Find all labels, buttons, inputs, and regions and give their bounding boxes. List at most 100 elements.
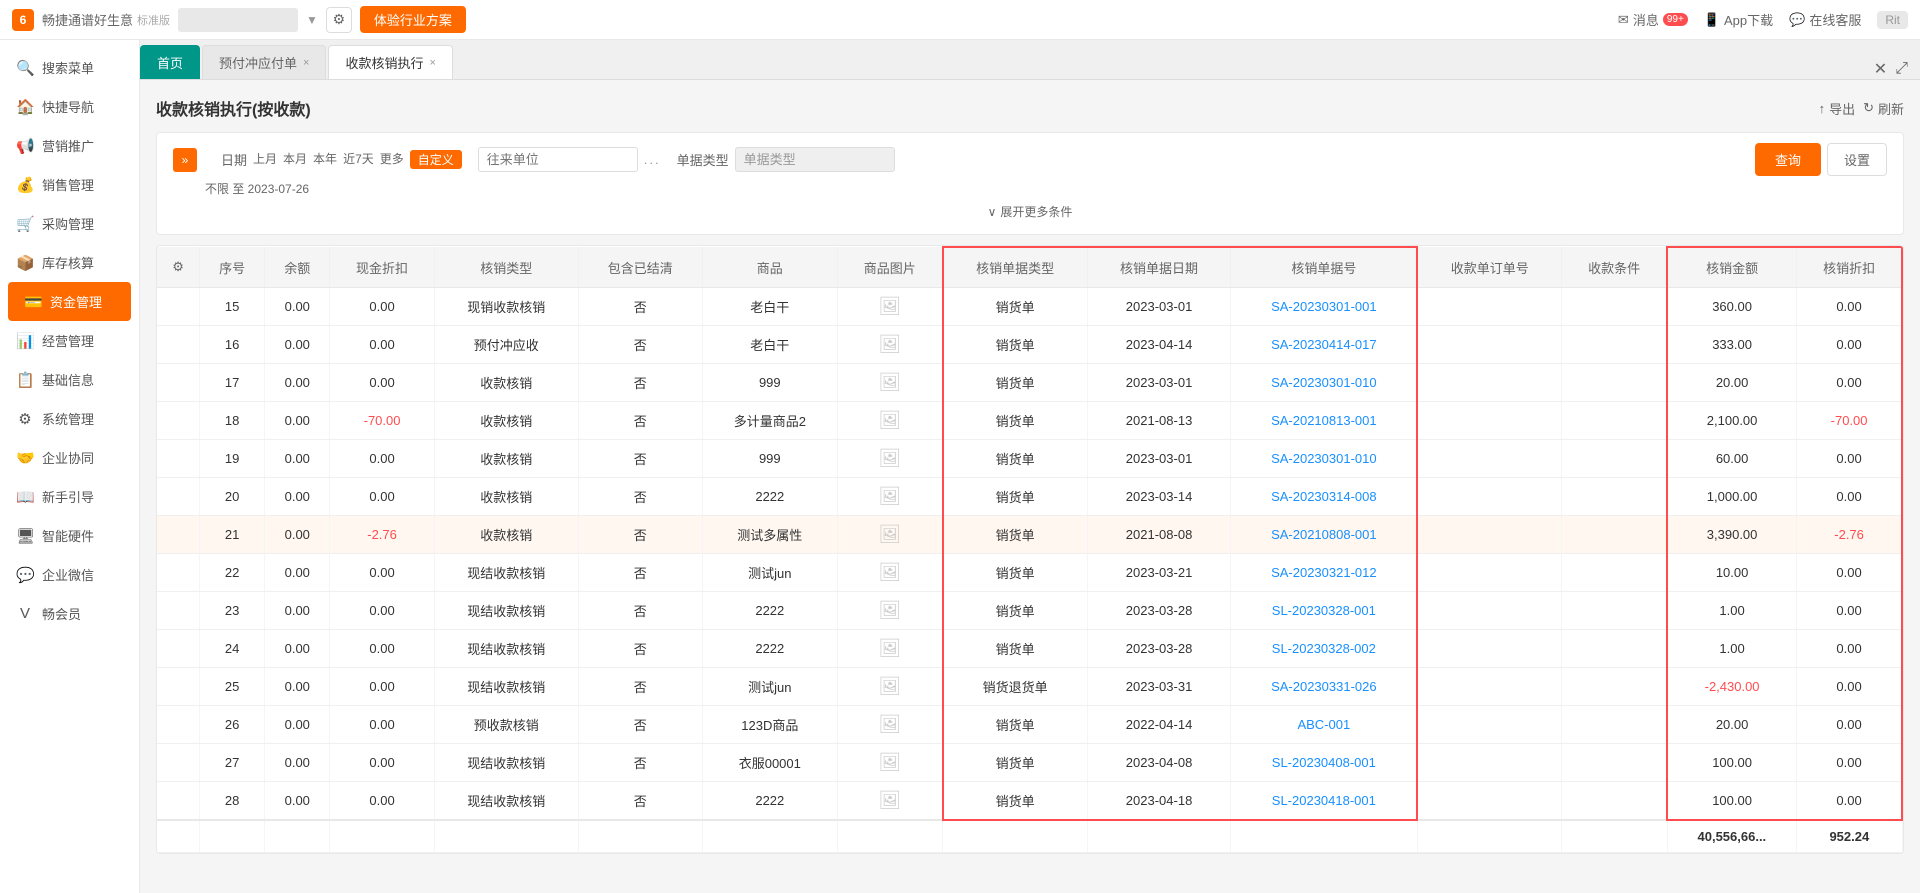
cell-doc_date: 2023-04-18 (1087, 782, 1231, 821)
doc-no-link[interactable]: SA-20210808-001 (1271, 527, 1377, 542)
from-unit-input[interactable] (478, 147, 638, 172)
this-year-link[interactable]: 本年 (313, 150, 337, 169)
cell-cash_discount: 0.00 (330, 592, 434, 630)
cell-receipt_order_no (1417, 440, 1562, 478)
col-header-balance: 余额 (265, 247, 330, 288)
tab-close-prepay[interactable]: × (303, 57, 309, 69)
sidebar-item-wechat[interactable]: 💬企业微信 (0, 555, 139, 594)
app-download-btn[interactable]: 📱 App下载 (1704, 10, 1773, 29)
cell-goods_image: 🖼 (837, 288, 942, 326)
cell-receipt_cond (1562, 744, 1667, 782)
cell-writeoff_amount: 60.00 (1667, 440, 1797, 478)
export-button[interactable]: ↑ 导出 (1819, 99, 1856, 118)
sidebar-item-hardware[interactable]: 🖥智能硬件 (0, 516, 139, 555)
doc-no-link[interactable]: SL-20230328-002 (1272, 641, 1376, 656)
from-unit-dots[interactable]: ... (644, 152, 661, 167)
company-selector[interactable] (178, 8, 298, 32)
tab-prepay[interactable]: 预付冲应付单× (202, 45, 326, 79)
cell-doc_type: 销货单 (943, 592, 1088, 630)
cell-receipt_order_no (1417, 364, 1562, 402)
cell-doc_type: 销货退货单 (943, 668, 1088, 706)
cell-doc_type: 销货单 (943, 288, 1088, 326)
cell-seq: 28 (200, 782, 265, 821)
sidebar-item-sales[interactable]: 💰销售管理 (0, 165, 139, 204)
cell-cash_discount: -2.76 (330, 516, 434, 554)
col-header-writeoff_amount: 核销金额 (1667, 247, 1797, 288)
doc-no-link[interactable]: ABC-001 (1297, 717, 1350, 732)
col-header-goods_image: 商品图片 (837, 247, 942, 288)
cell-cash_discount: 0.00 (330, 630, 434, 668)
topbar: 6 畅捷通谱好生意 标准版 ▼ ⚙ 体验行业方案 ✉ 消息 99+ 📱 App下… (0, 0, 1920, 40)
cell-writeoff_type: 收款核销 (434, 440, 578, 478)
query-button[interactable]: 查询 (1755, 143, 1821, 176)
doc-no-link[interactable]: SA-20230414-017 (1271, 337, 1377, 352)
sidebar-item-guide[interactable]: 📖新手引导 (0, 477, 139, 516)
doc-no-link[interactable]: SA-20230314-008 (1271, 489, 1377, 504)
setting-button[interactable]: 设置 (1827, 143, 1887, 176)
tab-close-writeoff[interactable]: × (429, 57, 435, 69)
doc-no-link[interactable]: SL-20230328-001 (1272, 603, 1376, 618)
cell-balance: 0.00 (265, 706, 330, 744)
sidebar-item-enterprise[interactable]: 🤝企业协同 (0, 438, 139, 477)
cell-doc_no: SA-20230331-026 (1231, 668, 1417, 706)
doc-no-link[interactable]: SA-20230331-026 (1271, 679, 1377, 694)
page-header: 收款核销执行(按收款) ↑ 导出 ↻ 刷新 (156, 96, 1904, 120)
cell-writeoff_amount: 20.00 (1667, 364, 1797, 402)
main-layout: 🔍搜索菜单🏠快捷导航📢营销推广💰销售管理🛒采购管理📦库存核算💳资金管理📊经营管理… (0, 40, 1920, 893)
sidebar-item-search[interactable]: 🔍搜索菜单 (0, 48, 139, 87)
doc-no-link[interactable]: SL-20230418-001 (1272, 793, 1376, 808)
last-month-link[interactable]: 上月 (253, 150, 277, 169)
cell-writeoff_discount: 0.00 (1797, 364, 1902, 402)
tab-writeoff[interactable]: 收款核销执行× (328, 45, 452, 79)
last7-link[interactable]: 近7天 (343, 150, 374, 169)
sidebar-item-capital[interactable]: 💳资金管理 (8, 282, 131, 321)
total-cell-doc_date (1087, 820, 1231, 853)
sidebar-item-operations[interactable]: 📊经营管理 (0, 321, 139, 360)
close-tab-btn[interactable]: ✕ (1874, 59, 1887, 79)
custom-link[interactable]: 自定义 (410, 150, 462, 169)
sidebar-item-vip[interactable]: V畅会员 (0, 594, 139, 633)
sidebar-item-basic[interactable]: 📋基础信息 (0, 360, 139, 399)
doc-no-link[interactable]: SA-20230301-001 (1271, 299, 1377, 314)
total-cell-receipt_order_no (1417, 820, 1562, 853)
filter-expand-arrow[interactable]: » (173, 148, 197, 172)
sidebar-label-hardware: 智能硬件 (42, 526, 94, 545)
doc-no-link[interactable]: SA-20230301-010 (1271, 451, 1377, 466)
cell-goods: 老白干 (702, 326, 837, 364)
cell-settings (157, 706, 200, 744)
user-avatar[interactable]: Rit (1877, 11, 1908, 29)
cell-seq: 23 (200, 592, 265, 630)
sidebar-item-marketing[interactable]: 📢营销推广 (0, 126, 139, 165)
operations-icon: 📊 (16, 332, 34, 350)
online-service-btn[interactable]: 💬 在线客服 (1789, 10, 1861, 29)
expand-tab-btn[interactable]: ⤢ (1895, 60, 1908, 78)
cell-writeoff_type: 现结收款核销 (434, 744, 578, 782)
company-dropdown[interactable]: ▼ (306, 13, 318, 27)
sidebar-item-shortcut[interactable]: 🏠快捷导航 (0, 87, 139, 126)
cell-include_settled: 否 (578, 364, 702, 402)
cell-seq: 27 (200, 744, 265, 782)
doc-no-link[interactable]: SA-20230301-010 (1271, 375, 1377, 390)
sidebar-item-purchase[interactable]: 🛒采购管理 (0, 204, 139, 243)
expand-conditions-btn[interactable]: ∨ 展开更多条件 (173, 203, 1887, 220)
cell-settings (157, 668, 200, 706)
refresh-button[interactable]: ↻ 刷新 (1863, 99, 1904, 118)
doc-no-link[interactable]: SA-20230321-012 (1271, 565, 1377, 580)
trial-button[interactable]: 体验行业方案 (360, 6, 466, 33)
doc-type-select[interactable]: 单据类型 (735, 147, 895, 172)
doc-no-link[interactable]: SA-20210813-001 (1271, 413, 1377, 428)
more-link[interactable]: 更多 (380, 150, 404, 169)
wechat-icon: 💬 (16, 566, 34, 584)
tab-home[interactable]: 首页 (140, 45, 200, 79)
cell-receipt_cond (1562, 630, 1667, 668)
date-range-text: 不限 至 2023-07-26 (205, 182, 309, 196)
this-month-link[interactable]: 本月 (283, 150, 307, 169)
col-header-doc_date: 核销单据日期 (1087, 247, 1231, 288)
doc-no-link[interactable]: SL-20230408-001 (1272, 755, 1376, 770)
main-area: 首页预付冲应付单×收款核销执行× ✕ ⤢ 收款核销执行(按收款) ↑ 导出 ↻ … (140, 40, 1920, 893)
sidebar-item-inventory[interactable]: 📦库存核算 (0, 243, 139, 282)
cell-doc_no: SA-20230314-008 (1231, 478, 1417, 516)
message-btn[interactable]: ✉ 消息 99+ (1618, 10, 1688, 29)
gear-button[interactable]: ⚙ (326, 7, 352, 33)
sidebar-item-system[interactable]: ⚙系统管理 (0, 399, 139, 438)
